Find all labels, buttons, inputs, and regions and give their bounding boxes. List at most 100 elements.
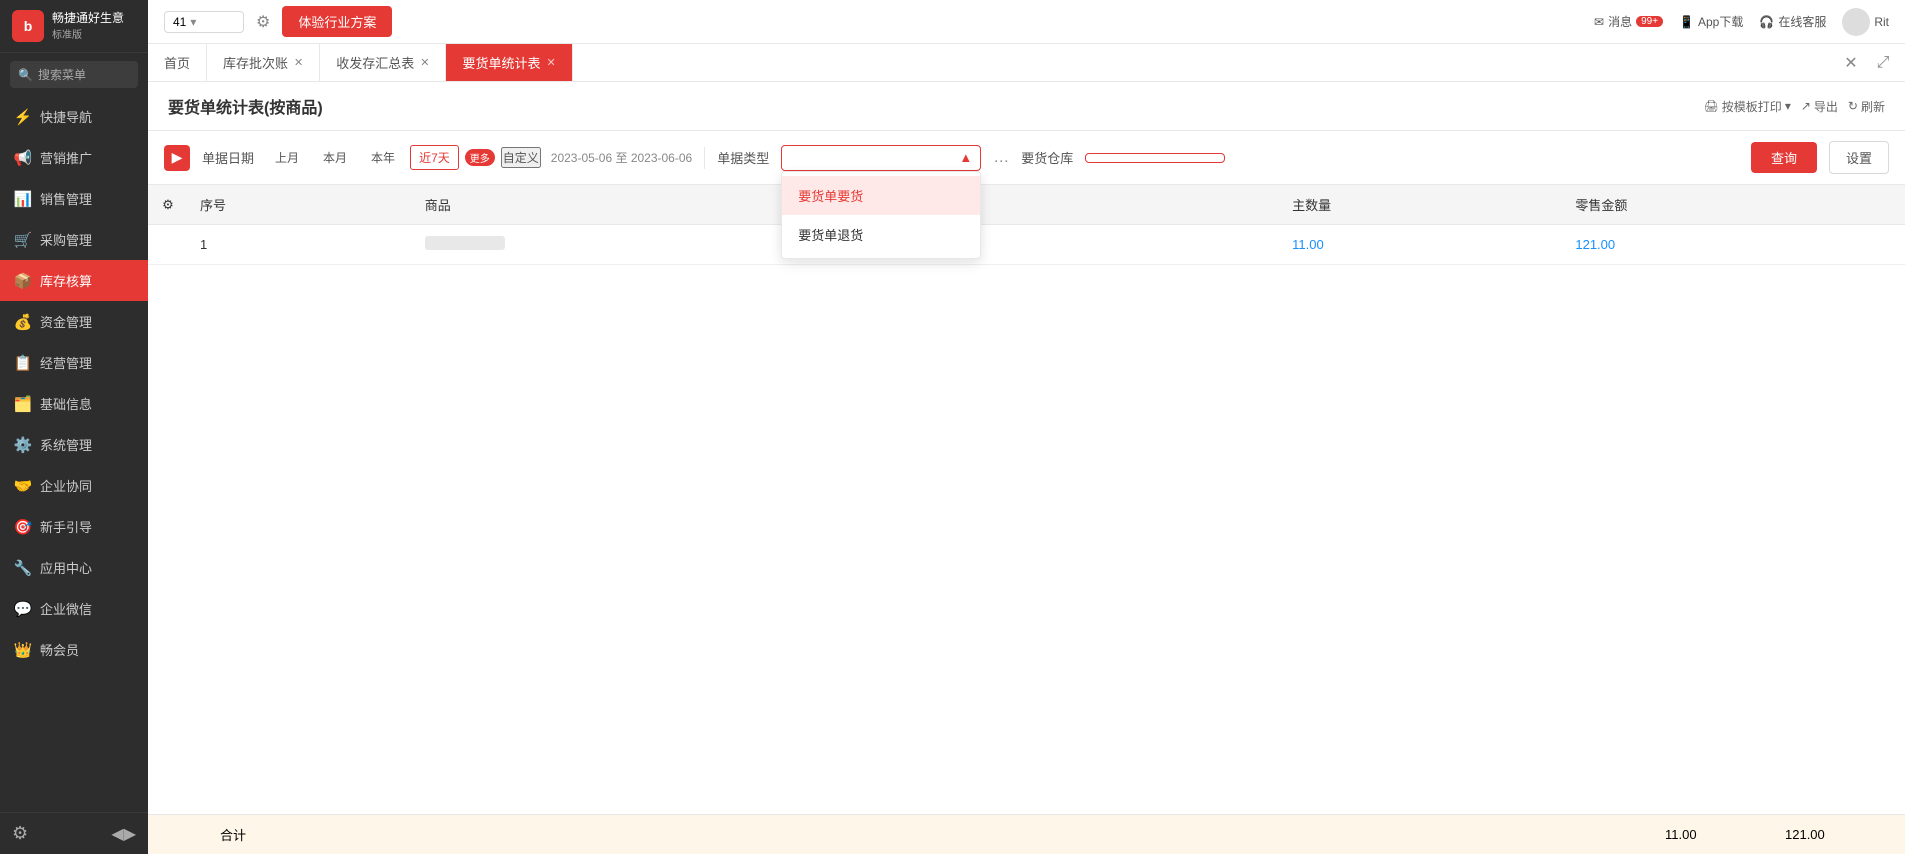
print-button[interactable]: 🖨 按模板打印 ▾ <box>1704 98 1791 115</box>
sidebar-item-base[interactable]: 🗂️ 基础信息 <box>0 383 148 424</box>
tab-recv-summary-label: 收发存汇总表 <box>336 53 414 72</box>
warehouse-select-field[interactable] <box>1085 153 1225 163</box>
type-select-field[interactable]: ▲ <box>781 145 981 171</box>
sidebar-item-inventory[interactable]: 📦 库存核算 <box>0 260 148 301</box>
tab-expand-btn[interactable]: ⤢ <box>1869 49 1897 77</box>
col-header-amount: 零售金额 <box>1563 185 1905 225</box>
filter-toggle-button[interactable]: ▶ <box>164 145 190 171</box>
trial-button[interactable]: 体验行业方案 <box>282 6 392 37</box>
topbar-gear-icon[interactable]: ⚙ <box>256 12 270 32</box>
sidebar-search[interactable]: 🔍 搜索菜单 <box>10 61 138 88</box>
col-header-qty: 主数量 <box>1280 185 1563 225</box>
sidebar-item-member[interactable]: 👑 畅会员 <box>0 629 148 670</box>
footer-label: 合计 <box>220 825 246 844</box>
cell-seq: 1 <box>188 225 413 265</box>
chevron-down-icon: ▾ <box>1785 99 1791 113</box>
purchase-icon: 🛒 <box>14 231 32 249</box>
app-download-btn[interactable]: 📱 App下载 <box>1679 13 1743 30</box>
sidebar-item-sales[interactable]: 📊 销售管理 <box>0 178 148 219</box>
export-icon: ↗ <box>1801 99 1811 113</box>
sidebar-item-label: 应用中心 <box>40 558 92 577</box>
sidebar-item-label: 采购管理 <box>40 230 92 249</box>
date-btn-last-month[interactable]: 上月 <box>266 145 308 170</box>
messages-btn[interactable]: ✉ 消息 99+ <box>1594 13 1663 30</box>
page-title: 要货单统计表(按商品) <box>168 94 323 118</box>
filter-more-button[interactable]: … <box>993 149 1009 167</box>
date-range-display: 2023-05-06 至 2023-06-06 <box>551 149 692 166</box>
date-more-badge[interactable]: 更多 <box>465 149 495 166</box>
sidebar-bottom: ⚙ ◀▶ <box>0 812 148 854</box>
query-button[interactable]: 查询 <box>1751 142 1817 173</box>
sales-icon: 📊 <box>14 190 32 208</box>
date-custom-btn[interactable]: 自定义 <box>501 147 541 168</box>
collapse-icon[interactable]: ◀▶ <box>111 824 136 844</box>
sidebar-item-label: 资金管理 <box>40 312 92 331</box>
warehouse-filter-label: 要货仓库 <box>1021 148 1073 167</box>
logo-icon: b <box>12 10 44 42</box>
tab-batch-account[interactable]: 库存批次账 ✕ <box>207 44 320 81</box>
messages-badge: 99+ <box>1636 16 1663 27</box>
tenant-value: 41 <box>173 15 186 29</box>
finance-icon: 💰 <box>14 313 32 331</box>
sidebar-nav: ⚡ 快捷导航 📢 营销推广 📊 销售管理 🛒 采购管理 📦 库存核算 💰 资金管… <box>0 96 148 812</box>
corp-icon: 🤝 <box>14 477 32 495</box>
sidebar-logo: b 畅捷通好生意 标准版 <box>0 0 148 53</box>
date-btn-7days[interactable]: 近7天 <box>410 145 459 170</box>
sidebar-item-label: 销售管理 <box>40 189 92 208</box>
table-footer: 合计 11.00 121.00 <box>148 814 1905 854</box>
operation-icon: 📋 <box>14 354 32 372</box>
sidebar-search-label: 搜索菜单 <box>38 66 86 83</box>
sidebar-item-operation[interactable]: 📋 经营管理 <box>0 342 148 383</box>
sidebar-item-corp[interactable]: 🤝 企业协同 <box>0 465 148 506</box>
settings-icon[interactable]: ⚙ <box>12 823 28 844</box>
online-service-btn[interactable]: 🎧 在线客服 <box>1759 13 1826 30</box>
date-btn-this-month[interactable]: 本月 <box>314 145 356 170</box>
type-filter-label: 单据类型 <box>717 148 769 167</box>
print-icon: 🖨 <box>1704 99 1719 113</box>
avatar <box>1842 8 1870 36</box>
base-icon: 🗂️ <box>14 395 32 413</box>
export-button[interactable]: ↗ 导出 <box>1801 98 1838 115</box>
tenant-selector[interactable]: 41 ▾ <box>164 11 244 33</box>
sidebar-item-purchase[interactable]: 🛒 采购管理 <box>0 219 148 260</box>
tab-home-label: 首页 <box>164 53 190 72</box>
refresh-button[interactable]: ↻ 刷新 <box>1848 98 1885 115</box>
settings-button[interactable]: 设置 <box>1829 141 1889 174</box>
sidebar-item-apps[interactable]: 🔧 应用中心 <box>0 547 148 588</box>
refresh-icon: ↻ <box>1848 99 1858 113</box>
date-btn-this-year[interactable]: 本年 <box>362 145 404 170</box>
tab-home[interactable]: 首页 <box>148 44 207 81</box>
col-header-seq: 序号 <box>188 185 413 225</box>
sidebar-item-quick-nav[interactable]: ⚡ 快捷导航 <box>0 96 148 137</box>
dropdown-item-yh-order[interactable]: 要货单要货 <box>782 176 980 215</box>
user-menu[interactable]: Rit <box>1842 8 1889 36</box>
tab-batch-account-label: 库存批次账 <box>223 53 288 72</box>
product-placeholder <box>425 236 505 250</box>
tab-batch-account-close[interactable]: ✕ <box>294 56 303 69</box>
tab-order-stats[interactable]: 要货单统计表 ✕ <box>446 44 572 81</box>
col-header-settings: ⚙ <box>148 185 188 225</box>
footer-total-qty: 11.00 <box>1653 827 1773 842</box>
chevron-down-icon: ▾ <box>190 15 196 29</box>
message-icon: ✉ <box>1594 15 1604 29</box>
tab-recv-summary[interactable]: 收发存汇总表 ✕ <box>320 44 446 81</box>
dropdown-item-yh-return[interactable]: 要货单退货 <box>782 215 980 254</box>
tab-recv-summary-close[interactable]: ✕ <box>420 56 429 69</box>
filter-divider <box>704 147 705 169</box>
sidebar-item-guide[interactable]: 🎯 新手引导 <box>0 506 148 547</box>
sidebar-item-wechat[interactable]: 💬 企业微信 <box>0 588 148 629</box>
table-row: 1 块 11.00 121.00 <box>148 225 1905 265</box>
tab-close-all-btn[interactable]: ✕ <box>1837 49 1865 77</box>
sidebar-item-finance[interactable]: 💰 资金管理 <box>0 301 148 342</box>
sidebar-item-label: 企业微信 <box>40 599 92 618</box>
type-select-group: ▲ 要货单要货 要货单退货 <box>781 145 981 171</box>
date-options-group: 上月 本月 本年 近7天 更多 自定义 2023-05-06 至 2023-06… <box>266 145 692 170</box>
sidebar-item-system[interactable]: ⚙️ 系统管理 <box>0 424 148 465</box>
sidebar-item-marketing[interactable]: 📢 营销推广 <box>0 137 148 178</box>
logo-sub: 标准版 <box>52 26 124 41</box>
tab-order-stats-close[interactable]: ✕ <box>547 56 556 69</box>
guide-icon: 🎯 <box>14 518 32 536</box>
content-area: 要货单统计表(按商品) 🖨 按模板打印 ▾ ↗ 导出 ↻ 刷新 ▶ <box>148 82 1905 854</box>
table-container: ⚙ 序号 商品 主计量单位 主数量 零售金额 1 <box>148 185 1905 814</box>
date-filter-label: 单据日期 <box>202 148 254 167</box>
